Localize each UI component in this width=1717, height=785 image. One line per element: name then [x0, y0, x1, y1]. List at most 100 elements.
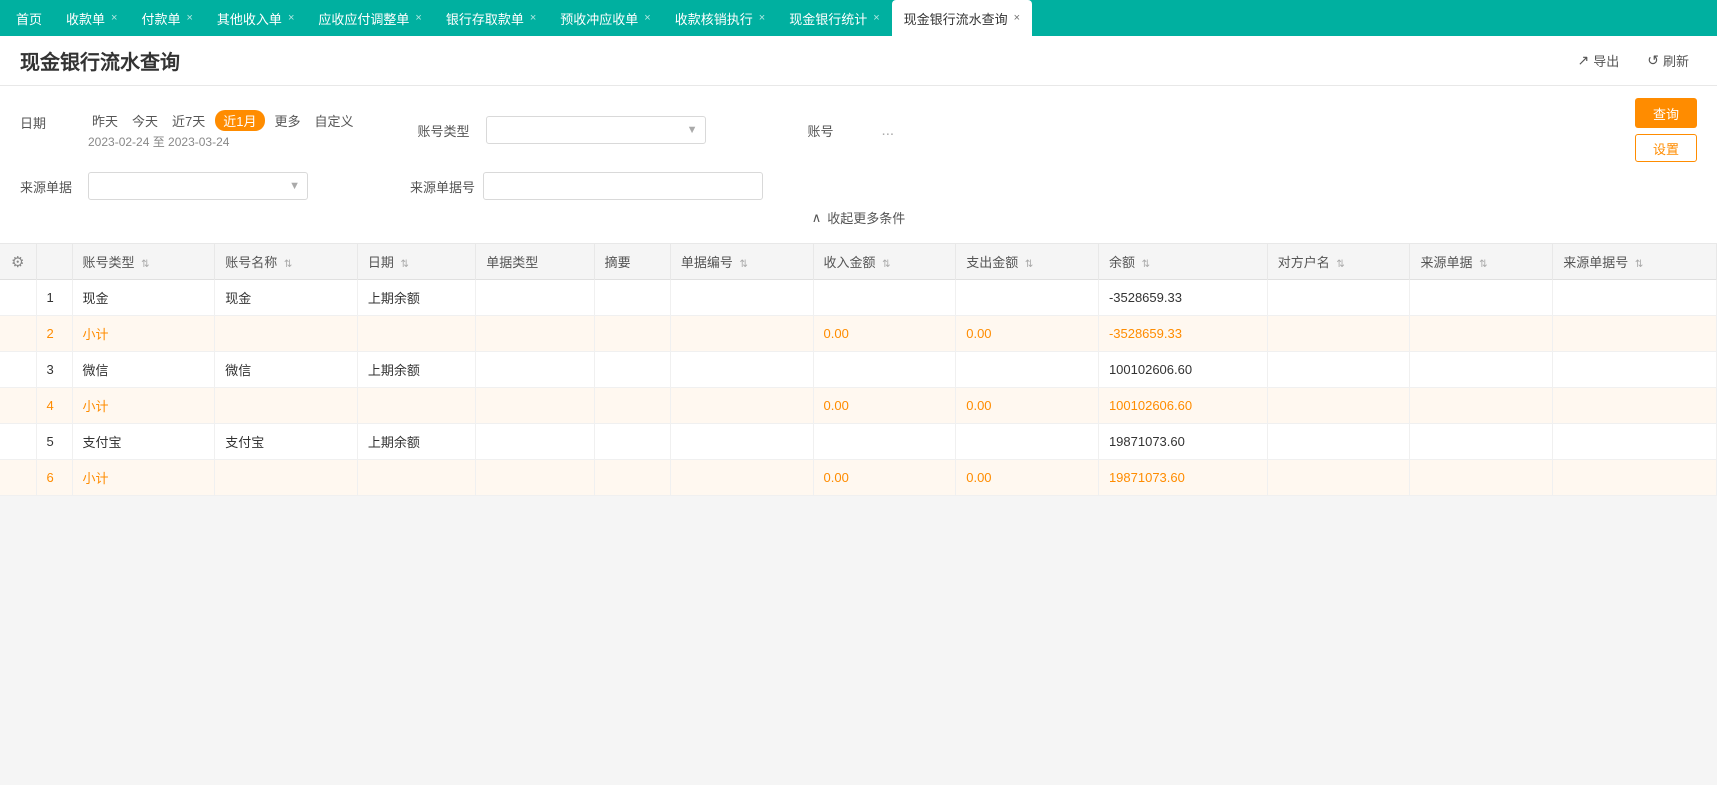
- nav-other-income[interactable]: 其他收入单 ×: [205, 0, 306, 36]
- table-container: ⚙ 账号类型 ⇅ 账号名称 ⇅ 日期 ⇅ 单据类型: [0, 244, 1717, 496]
- account-filter: 账号 ...: [808, 120, 1158, 141]
- col-account-type-sort-icon: ⇅: [141, 259, 149, 270]
- nav-payment-close[interactable]: ×: [186, 12, 192, 24]
- income-cell: [813, 280, 956, 316]
- date-option-today[interactable]: 今天: [128, 110, 162, 131]
- balance-cell: -3528659.33: [1098, 280, 1267, 316]
- source-voucher-select[interactable]: [88, 172, 308, 200]
- source-voucher-select-wrapper: ▼: [88, 172, 308, 200]
- date-option-yesterday[interactable]: 昨天: [88, 110, 122, 131]
- col-account-name-label: 账号名称: [225, 255, 277, 270]
- col-source-voucher-label: 来源单据: [1420, 255, 1472, 270]
- col-source-voucher-no[interactable]: 来源单据号 ⇅: [1553, 244, 1717, 280]
- source-voucher-no-input[interactable]: [483, 172, 763, 200]
- voucher-type-cell: [476, 424, 594, 460]
- col-balance[interactable]: 余额 ⇅: [1098, 244, 1267, 280]
- nav-cash-bank-flow-close[interactable]: ×: [1014, 12, 1020, 24]
- voucher-no-cell: [670, 352, 813, 388]
- col-income[interactable]: 收入金额 ⇅: [813, 244, 956, 280]
- nav-cash-bank-stat-close[interactable]: ×: [873, 12, 879, 24]
- nav-cash-bank-flow[interactable]: 现金银行流水查询 ×: [892, 0, 1032, 36]
- table-row: 6小计0.000.0019871073.60: [0, 460, 1717, 496]
- account-ellipsis-button[interactable]: ...: [876, 120, 901, 141]
- row-num-cell: 1: [36, 280, 72, 316]
- nav-collection-exec-close[interactable]: ×: [759, 12, 765, 24]
- nav-payment[interactable]: 付款单 ×: [129, 0, 204, 36]
- date-option-1month[interactable]: 近1月: [215, 110, 264, 131]
- nav-other-income-close[interactable]: ×: [288, 12, 294, 24]
- nav-ar-ap-adjust-close[interactable]: ×: [415, 12, 421, 24]
- date-option-7days[interactable]: 近7天: [168, 110, 209, 131]
- refresh-button[interactable]: ↺ 刷新: [1639, 47, 1697, 74]
- voucher-type-cell: [476, 316, 594, 352]
- query-button[interactable]: 查询: [1635, 98, 1697, 128]
- balance-cell: 100102606.60: [1098, 388, 1267, 424]
- col-settings-icon[interactable]: ⚙: [11, 254, 24, 271]
- nav-pre-offset[interactable]: 预收冲应收单 ×: [548, 0, 662, 36]
- balance-cell: 100102606.60: [1098, 352, 1267, 388]
- table-header: ⚙ 账号类型 ⇅ 账号名称 ⇅ 日期 ⇅ 单据类型: [0, 244, 1717, 280]
- collapse-bar[interactable]: ∧ 收起更多条件: [20, 204, 1697, 231]
- voucher-type-cell: [476, 460, 594, 496]
- nav-home-label: 首页: [16, 9, 42, 28]
- expense-cell: [956, 424, 1099, 460]
- date-option-more[interactable]: 更多: [271, 110, 305, 131]
- counterpart-cell: [1267, 280, 1410, 316]
- col-expense[interactable]: 支出金额 ⇅: [956, 244, 1099, 280]
- row-settings-cell: [0, 280, 36, 316]
- col-counterpart[interactable]: 对方户名 ⇅: [1267, 244, 1410, 280]
- nav-pre-offset-label: 预收冲应收单: [560, 9, 638, 28]
- nav-receipt-label: 收款单: [66, 9, 105, 28]
- counterpart-cell: [1267, 388, 1410, 424]
- col-voucher-type: 单据类型: [476, 244, 594, 280]
- nav-receipt[interactable]: 收款单 ×: [54, 0, 129, 36]
- voucher-no-cell: [670, 280, 813, 316]
- source-voucher-no-cell: [1553, 460, 1717, 496]
- nav-cash-bank-stat[interactable]: 现金银行统计 ×: [777, 0, 891, 36]
- table-row: 4小计0.000.00100102606.60: [0, 388, 1717, 424]
- col-voucher-no[interactable]: 单据编号 ⇅: [670, 244, 813, 280]
- nav-pre-offset-close[interactable]: ×: [644, 12, 650, 24]
- date-col: 昨天 今天 近7天 近1月 更多 自定义 2023-02-24 至 2023-0…: [88, 110, 358, 150]
- expense-cell: [956, 352, 1099, 388]
- export-button[interactable]: ↗ 导出: [1570, 47, 1628, 74]
- counterpart-cell: [1267, 316, 1410, 352]
- balance-cell: 19871073.60: [1098, 460, 1267, 496]
- row-num-cell: 6: [36, 460, 72, 496]
- date-cell: [357, 316, 475, 352]
- filter-row-2: 来源单据 ▼ 来源单据号: [20, 172, 1697, 200]
- col-account-type[interactable]: 账号类型 ⇅: [72, 244, 215, 280]
- col-source-voucher[interactable]: 来源单据 ⇅: [1410, 244, 1553, 280]
- date-option-custom[interactable]: 自定义: [311, 110, 358, 131]
- source-voucher-no-cell: [1553, 424, 1717, 460]
- col-date[interactable]: 日期 ⇅: [357, 244, 475, 280]
- col-income-label: 收入金额: [824, 255, 876, 270]
- account-type-filter: 账号类型 ▼: [418, 116, 768, 144]
- col-account-name[interactable]: 账号名称 ⇅: [215, 244, 358, 280]
- account-type-select[interactable]: [486, 116, 706, 144]
- date-cell: 上期余额: [357, 424, 475, 460]
- income-cell: 0.00: [813, 460, 956, 496]
- row-settings-cell: [0, 316, 36, 352]
- date-options: 昨天 今天 近7天 近1月 更多 自定义: [88, 110, 358, 131]
- account-type-cell: 小计: [72, 388, 215, 424]
- settings-button[interactable]: 设置: [1635, 134, 1697, 162]
- summary-cell: [594, 352, 670, 388]
- date-filter-label: 日期: [20, 110, 80, 132]
- nav-bank-deposit-label: 银行存取款单: [446, 9, 524, 28]
- nav-collection-exec[interactable]: 收款核销执行 ×: [663, 0, 777, 36]
- nav-bank-deposit[interactable]: 银行存取款单 ×: [434, 0, 548, 36]
- table-row: 5支付宝支付宝上期余额19871073.60: [0, 424, 1717, 460]
- nav-ar-ap-adjust[interactable]: 应收应付调整单 ×: [306, 0, 433, 36]
- refresh-icon: ↺: [1647, 52, 1659, 69]
- nav-bank-deposit-close[interactable]: ×: [530, 12, 536, 24]
- nav-home[interactable]: 首页: [4, 0, 54, 36]
- row-settings-cell: [0, 352, 36, 388]
- date-range-text: 2023-02-24 至 2023-03-24: [88, 133, 358, 150]
- row-num-cell: 4: [36, 388, 72, 424]
- col-account-type-label: 账号类型: [83, 255, 135, 270]
- col-voucher-no-sort-icon: ⇅: [739, 259, 747, 270]
- nav-receipt-close[interactable]: ×: [111, 12, 117, 24]
- source-voucher-no-cell: [1553, 316, 1717, 352]
- voucher-type-cell: [476, 280, 594, 316]
